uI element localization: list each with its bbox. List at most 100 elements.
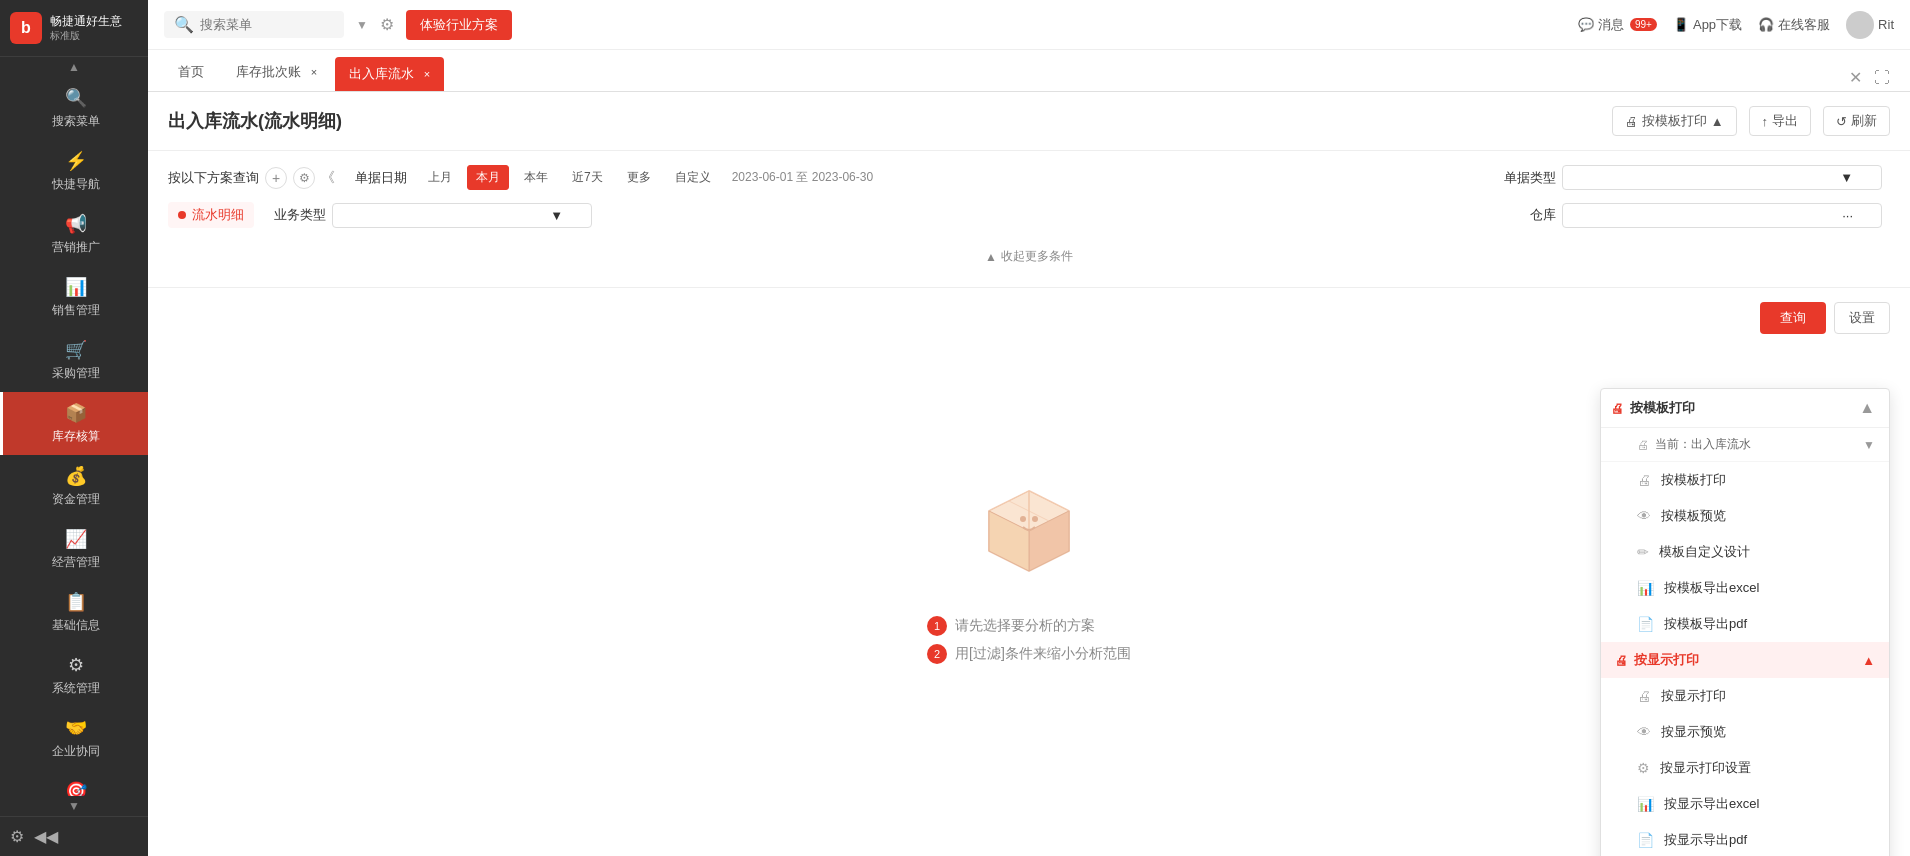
refresh-label: 刷新 [1851,112,1877,130]
marketing-icon: 📢 [65,213,87,235]
print-item-template-design[interactable]: ✏ 模板自定义设计 [1601,534,1889,570]
sidebar-scroll-up[interactable]: ▲ [0,57,148,77]
export-label: 导出 [1772,112,1798,130]
print-section-display[interactable]: 🖨 按显示打印 ▲ [1601,642,1889,678]
sidebar-item-system[interactable]: ⚙ 系统管理 [0,644,148,707]
tabs-right-btns: ✕ ⛶ [1845,64,1894,91]
date-btn-custom[interactable]: 自定义 [666,165,720,190]
tab-close-all-icon[interactable]: ✕ [1845,64,1866,91]
date-btn-7days[interactable]: 近7天 [563,165,612,190]
tab-inout-close-icon[interactable]: × [424,68,430,80]
sidebar-item-marketing[interactable]: 📢 营销推广 [0,203,148,266]
warehouse-select[interactable]: ··· [1562,203,1882,228]
date-btn-more[interactable]: 更多 [618,165,660,190]
sidebar-item-basic-info[interactable]: 📋 基础信息 [0,581,148,644]
basic-info-icon: 📋 [65,591,87,613]
date-btn-this-month[interactable]: 本月 [467,165,509,190]
filter-scheme-label: 按以下方案查询 + ⚙ 《 [168,167,335,189]
print-item-display-excel[interactable]: 📊 按显示导出excel [1601,786,1889,822]
date-btn-this-year[interactable]: 本年 [515,165,557,190]
step-1-num: 1 [927,616,947,636]
current-template-text: 当前：出入库流水 [1655,436,1751,453]
template-print-icon: 🖨 [1637,472,1651,488]
print-item-display-print[interactable]: 🖨 按显示打印 [1601,678,1889,714]
sidebar-item-finance[interactable]: 💰 资金管理 [0,455,148,518]
sidebar-item-guide[interactable]: 🎯 新手引导 [0,770,148,796]
template-pdf-label: 按模板导出pdf [1664,615,1747,633]
date-range-display: 2023-06-01 至 2023-06-30 [732,169,873,186]
print-dropdown-title: 🖨 按模板打印 [1611,399,1695,417]
topbar-chevron-icon[interactable]: ▼ [356,18,368,32]
print-item-display-settings[interactable]: ⚙ 按显示打印设置 [1601,750,1889,786]
customer-service-icon: 🎧 [1758,17,1774,32]
trial-btn[interactable]: 体验行业方案 [406,10,512,40]
sidebar-scroll-down[interactable]: ▼ [0,796,148,816]
settings-bottom-icon[interactable]: ⚙ [10,827,24,846]
inventory-icon: 📦 [65,402,87,424]
search-input[interactable] [200,17,330,32]
display-print-label: 按显示打印 [1661,687,1726,705]
app-download-btn[interactable]: 📱 App下载 [1673,16,1742,34]
step-2-text: 用[过滤]条件来缩小分析范围 [955,645,1131,663]
page-title: 出入库流水(流水明细) [168,109,342,147]
sidebar-item-operations[interactable]: 📈 经营管理 [0,518,148,581]
tab-batch-account[interactable]: 库存批次账 × [222,55,331,91]
print-item-template-pdf[interactable]: 📄 按模板导出pdf [1601,606,1889,642]
sidebar-nav: 🔍 搜索菜单 ⚡ 快捷导航 📢 营销推广 📊 销售管理 🛒 采购管理 📦 库存核… [0,77,148,796]
print-dropdown-chevron-icon[interactable]: ▲ [1859,399,1875,417]
print-item-display-preview[interactable]: 👁 按显示预览 [1601,714,1889,750]
sidebar-item-enterprise[interactable]: 🤝 企业协同 [0,707,148,770]
display-settings-label: 按显示打印设置 [1660,759,1751,777]
user-avatar-area[interactable]: Rit [1846,11,1894,39]
tab-home[interactable]: 首页 [164,55,218,91]
set-btn[interactable]: 设置 [1834,302,1890,334]
biz-type-select[interactable]: ▼ [332,203,592,228]
tab-maximize-icon[interactable]: ⛶ [1870,65,1894,91]
collapse-sidebar-icon[interactable]: ◀◀ [34,827,58,846]
filter-collapse-icon[interactable]: 《 [321,169,335,187]
display-pdf-label: 按显示导出pdf [1664,831,1747,849]
date-btn-last-month[interactable]: 上月 [419,165,461,190]
filter-settings-btn[interactable]: ⚙ [293,167,315,189]
print-item-display-pdf[interactable]: 📄 按显示导出pdf [1601,822,1889,856]
tab-inout-flow[interactable]: 出入库流水 × [335,57,444,91]
guide-icon: 🎯 [65,780,87,796]
collapse-bar[interactable]: ▲ 收起更多条件 [168,240,1890,273]
query-btn[interactable]: 查询 [1760,302,1826,334]
message-btn[interactable]: 💬 消息 99+ [1578,16,1657,34]
warehouse-filter: 仓库 ··· [1530,203,1882,228]
print-dropdown-title-text: 按模板打印 [1630,399,1695,417]
doc-type-select[interactable]: ▼ [1562,165,1882,190]
biz-type-chevron-icon: ▼ [550,208,563,223]
current-chevron-icon[interactable]: ▼ [1863,438,1875,452]
template-excel-label: 按模板导出excel [1664,579,1759,597]
refresh-btn[interactable]: ↺ 刷新 [1823,106,1890,136]
message-icon: 💬 [1578,17,1594,32]
print-item-template-print[interactable]: 🖨 按模板打印 [1601,462,1889,498]
sidebar-item-label: 采购管理 [52,365,100,382]
sidebar-item-purchase[interactable]: 🛒 采购管理 [0,329,148,392]
topbar-gear-icon[interactable]: ⚙ [380,15,394,34]
sidebar-item-search[interactable]: 🔍 搜索菜单 [0,77,148,140]
template-pdf-icon: 📄 [1637,616,1654,632]
app-name: 畅捷通好生意 [50,13,122,30]
biz-type-label: 业务类型 [274,206,326,224]
tab-batch-close-icon[interactable]: × [311,66,317,78]
topbar-search-box[interactable]: 🔍 [164,11,344,38]
print-item-template-excel[interactable]: 📊 按模板导出excel [1601,570,1889,606]
app-download-label: App下载 [1693,16,1742,34]
customer-service-btn[interactable]: 🎧 在线客服 [1758,16,1830,34]
sidebar-item-label: 经营管理 [52,554,100,571]
sidebar-item-sales[interactable]: 📊 销售管理 [0,266,148,329]
sidebar-item-inventory[interactable]: 📦 库存核算 [0,392,148,455]
print-template-btn[interactable]: 🖨 按模板打印 ▲ [1612,106,1737,136]
doc-type-filter: 单据类型 ▼ [1504,165,1882,190]
export-btn[interactable]: ↑ 导出 [1749,106,1812,136]
filter-add-btn[interactable]: + [265,167,287,189]
sidebar-logo: b 畅捷通好生意 标准版 [0,0,148,57]
template-design-icon: ✏ [1637,544,1649,560]
active-tag-filter: 流水明细 [168,202,254,228]
sidebar-item-quicknav[interactable]: ⚡ 快捷导航 [0,140,148,203]
topbar-right: 💬 消息 99+ 📱 App下载 🎧 在线客服 Rit [1578,11,1894,39]
print-item-template-preview[interactable]: 👁 按模板预览 [1601,498,1889,534]
